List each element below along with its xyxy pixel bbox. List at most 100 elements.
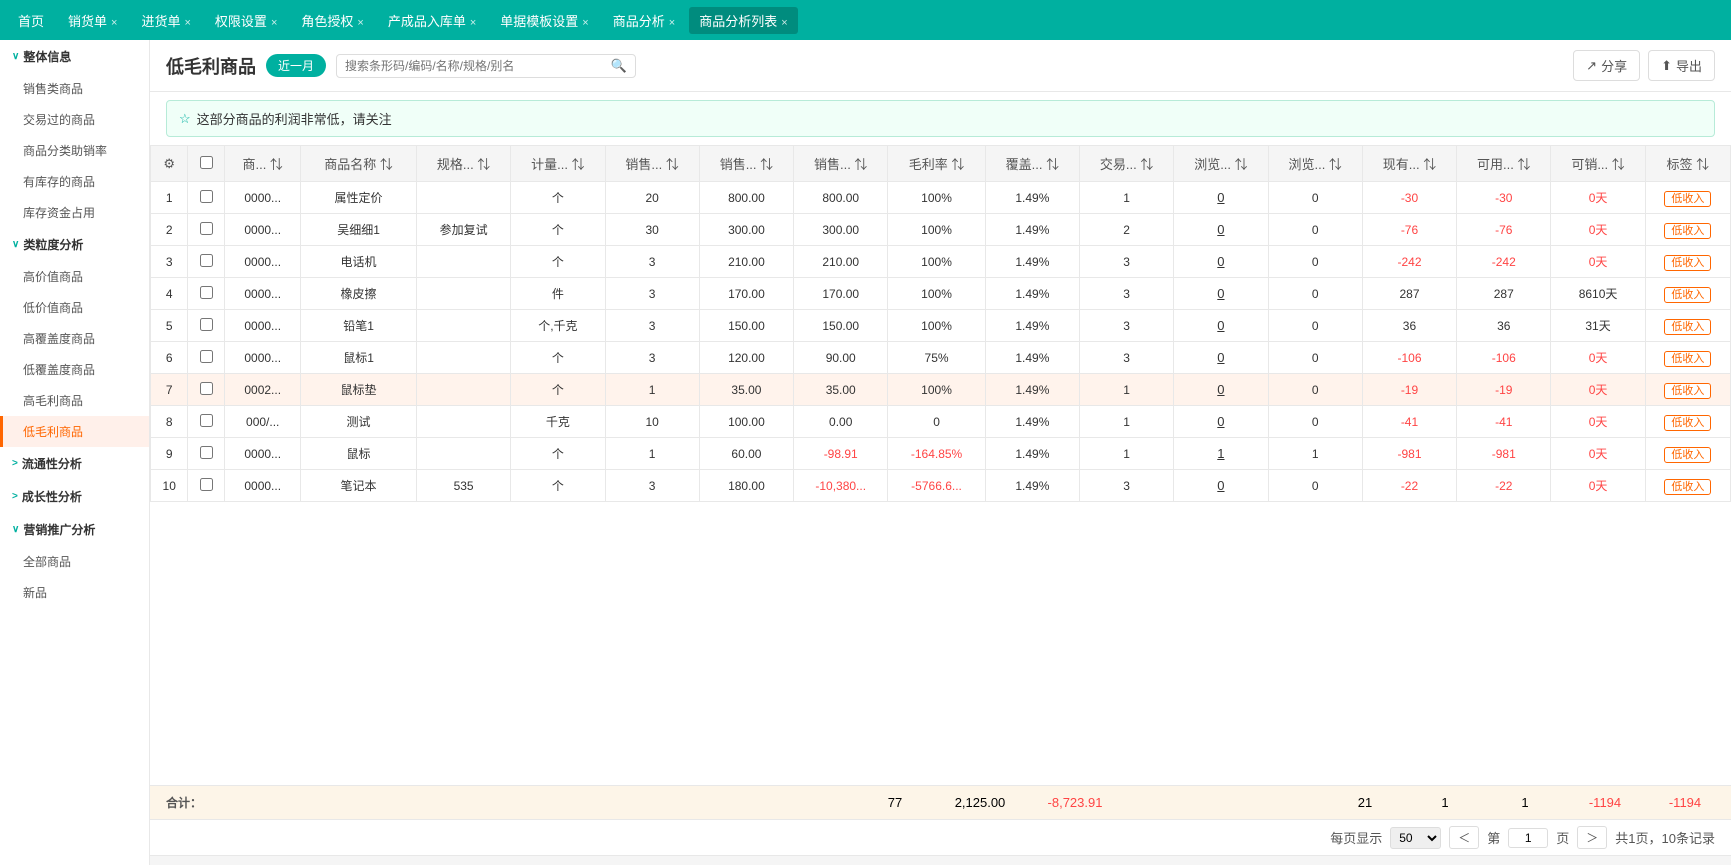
product-tag[interactable]: 低收入	[1645, 182, 1730, 214]
browse-pc[interactable]: 0	[1174, 278, 1268, 310]
browse-pc[interactable]: 0	[1174, 406, 1268, 438]
row-checkbox[interactable]	[188, 278, 225, 310]
data-table-wrapper[interactable]: ⚙商... ⇅商品名称 ⇅规格... ⇅计量... ⇅销售... ⇅销售... …	[150, 145, 1731, 785]
sidebar-item[interactable]: 全部商品	[0, 546, 149, 577]
footer-sales-amount: -8,723.91	[1035, 795, 1115, 810]
browse-pc[interactable]: 0	[1174, 470, 1268, 502]
prev-page-button[interactable]: ＜	[1449, 826, 1479, 849]
product-tag[interactable]: 低收入	[1645, 342, 1730, 374]
browse-link[interactable]: 0	[1217, 382, 1224, 397]
row-checkbox-input[interactable]	[200, 350, 213, 363]
row-checkbox[interactable]	[188, 470, 225, 502]
row-checkbox[interactable]	[188, 438, 225, 470]
sidebar-item[interactable]: 交易过的商品	[0, 104, 149, 135]
nav-item[interactable]: 产成品入库单×	[378, 7, 486, 34]
share-button[interactable]: ↗ 分享	[1573, 50, 1640, 81]
browse-pc[interactable]: 1	[1174, 438, 1268, 470]
nav-item[interactable]: 权限设置×	[205, 7, 287, 34]
row-checkbox-input[interactable]	[200, 286, 213, 299]
export-button[interactable]: ⬆ 导出	[1648, 50, 1715, 81]
close-icon[interactable]: ×	[582, 17, 588, 29]
sidebar-item[interactable]: 高毛利商品	[0, 385, 149, 416]
nav-item[interactable]: 商品分析列表×	[689, 7, 797, 34]
select-all-checkbox[interactable]	[200, 156, 213, 169]
product-tag[interactable]: 低收入	[1645, 438, 1730, 470]
browse-link[interactable]: 0	[1217, 190, 1224, 205]
per-page-select[interactable]: 50 20 100	[1390, 827, 1441, 849]
row-checkbox[interactable]	[188, 342, 225, 374]
row-checkbox[interactable]	[188, 374, 225, 406]
row-checkbox[interactable]	[188, 310, 225, 342]
close-icon[interactable]: ×	[271, 17, 277, 29]
warning-icon: ☆	[179, 111, 191, 127]
sidebar-item[interactable]: 低价值商品	[0, 292, 149, 323]
nav-item[interactable]: 商品分析×	[603, 7, 685, 34]
bottom-scrollbar[interactable]	[150, 855, 1731, 865]
nav-item[interactable]: 角色授权×	[291, 7, 373, 34]
row-checkbox-input[interactable]	[200, 414, 213, 427]
browse-link[interactable]: 0	[1217, 414, 1224, 429]
page-number-input[interactable]	[1508, 828, 1548, 848]
close-icon[interactable]: ×	[184, 17, 190, 29]
product-tag[interactable]: 低收入	[1645, 310, 1730, 342]
browse-pc[interactable]: 0	[1174, 214, 1268, 246]
row-checkbox-input[interactable]	[200, 254, 213, 267]
tag-badge: 低收入	[1664, 351, 1711, 367]
close-icon[interactable]: ×	[111, 17, 117, 29]
row-checkbox[interactable]	[188, 214, 225, 246]
product-tag[interactable]: 低收入	[1645, 374, 1730, 406]
settings-icon[interactable]: ⚙	[163, 156, 175, 171]
browse-pc[interactable]: 0	[1174, 342, 1268, 374]
browse-pc[interactable]: 0	[1174, 374, 1268, 406]
row-checkbox-input[interactable]	[200, 382, 213, 395]
row-checkbox-input[interactable]	[200, 318, 213, 331]
product-tag[interactable]: 低收入	[1645, 470, 1730, 502]
sidebar-item[interactable]: 商品分类助销率	[0, 135, 149, 166]
row-checkbox-input[interactable]	[200, 190, 213, 203]
nav-item[interactable]: 销货单×	[58, 7, 127, 34]
sidebar-item[interactable]: 有库存的商品	[0, 166, 149, 197]
sidebar-group-title[interactable]: ∨ 整体信息	[0, 40, 149, 73]
browse-link[interactable]: 1	[1217, 446, 1224, 461]
sidebar-group-title[interactable]: ∨ 类粒度分析	[0, 228, 149, 261]
search-input[interactable]	[345, 59, 607, 73]
nav-item[interactable]: 单据模板设置×	[490, 7, 598, 34]
sidebar-group-title[interactable]: > 流通性分析	[0, 447, 149, 480]
row-checkbox-input[interactable]	[200, 222, 213, 235]
sidebar-item[interactable]: 库存资金占用	[0, 197, 149, 228]
browse-pc[interactable]: 0	[1174, 310, 1268, 342]
browse-link[interactable]: 0	[1217, 350, 1224, 365]
row-checkbox[interactable]	[188, 406, 225, 438]
period-button[interactable]: 近一月	[266, 54, 326, 77]
sidebar-item[interactable]: 新品	[0, 577, 149, 608]
browse-pc[interactable]: 0	[1174, 182, 1268, 214]
next-page-button[interactable]: ＞	[1577, 826, 1607, 849]
browse-link[interactable]: 0	[1217, 222, 1224, 237]
sidebar-group-title[interactable]: > 成长性分析	[0, 480, 149, 513]
browse-link[interactable]: 0	[1217, 286, 1224, 301]
row-checkbox-input[interactable]	[200, 446, 213, 459]
row-checkbox-input[interactable]	[200, 478, 213, 491]
close-icon[interactable]: ×	[669, 17, 675, 29]
browse-link[interactable]: 0	[1217, 478, 1224, 493]
nav-item[interactable]: 进货单×	[131, 7, 200, 34]
close-icon[interactable]: ×	[357, 17, 363, 29]
browse-link[interactable]: 0	[1217, 254, 1224, 269]
sidebar-item[interactable]: 高价值商品	[0, 261, 149, 292]
product-tag[interactable]: 低收入	[1645, 278, 1730, 310]
close-icon[interactable]: ×	[470, 17, 476, 29]
nav-item[interactable]: 首页	[8, 7, 54, 34]
sidebar-group-title[interactable]: ∨ 营销推广分析	[0, 513, 149, 546]
sidebar-item[interactable]: 销售类商品	[0, 73, 149, 104]
sidebar-item[interactable]: 高覆盖度商品	[0, 323, 149, 354]
browse-pc[interactable]: 0	[1174, 246, 1268, 278]
product-tag[interactable]: 低收入	[1645, 214, 1730, 246]
product-tag[interactable]: 低收入	[1645, 406, 1730, 438]
product-tag[interactable]: 低收入	[1645, 246, 1730, 278]
sidebar-item[interactable]: 低毛利商品	[0, 416, 149, 447]
browse-link[interactable]: 0	[1217, 318, 1224, 333]
sidebar-item[interactable]: 低覆盖度商品	[0, 354, 149, 385]
close-icon[interactable]: ×	[781, 17, 787, 29]
row-checkbox[interactable]	[188, 246, 225, 278]
row-checkbox[interactable]	[188, 182, 225, 214]
